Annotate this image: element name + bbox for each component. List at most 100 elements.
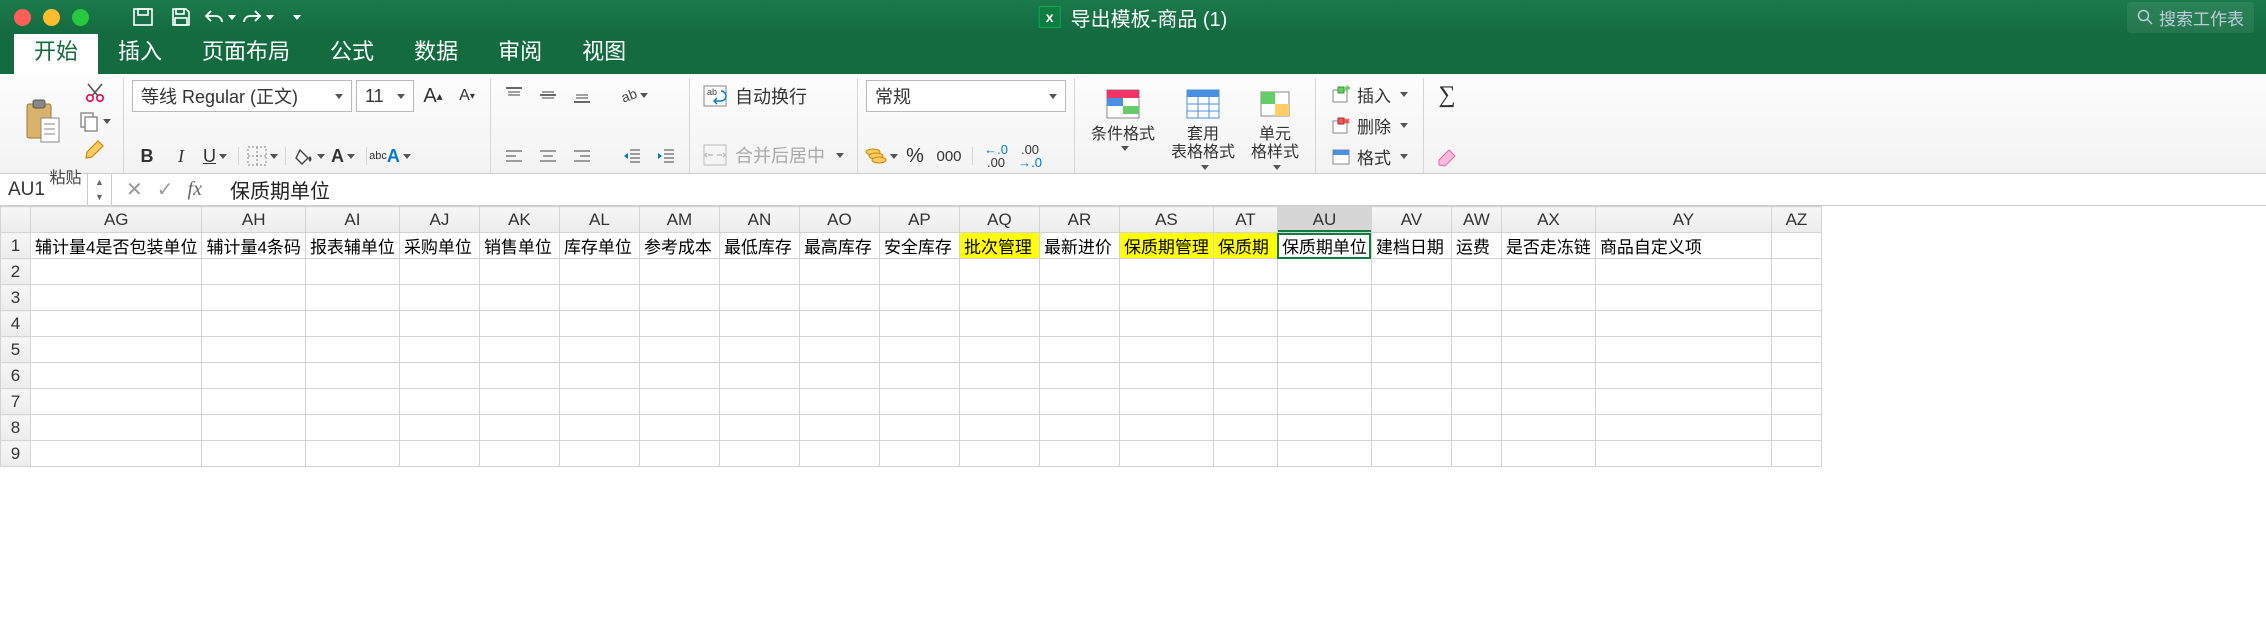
- cell-AT5[interactable]: [1213, 337, 1277, 363]
- cell-AN3[interactable]: [719, 285, 799, 311]
- cell-AK2[interactable]: [479, 259, 559, 285]
- cell-AY8[interactable]: [1595, 415, 1771, 441]
- cell-AT1[interactable]: 保质期: [1213, 233, 1277, 259]
- cell-AW1[interactable]: 运费: [1451, 233, 1501, 259]
- wrap-text-button[interactable]: ab自动换行: [698, 80, 812, 112]
- cell-AJ3[interactable]: [399, 285, 479, 311]
- cell-AQ1[interactable]: 批次管理: [959, 233, 1039, 259]
- cell-AG9[interactable]: [31, 441, 202, 467]
- col-header-AL[interactable]: AL: [559, 207, 639, 233]
- font-name-select[interactable]: 等线 Regular (正文): [132, 80, 352, 112]
- cell-AO3[interactable]: [799, 285, 879, 311]
- cell-AS4[interactable]: [1119, 311, 1213, 337]
- cell-AL9[interactable]: [559, 441, 639, 467]
- cell-AV9[interactable]: [1371, 441, 1451, 467]
- decrease-decimal-button[interactable]: .00→.0: [1015, 141, 1045, 171]
- col-header-AU[interactable]: AU: [1277, 207, 1371, 233]
- fx-icon[interactable]: fx: [188, 178, 202, 201]
- orientation-button[interactable]: ab: [617, 80, 647, 110]
- conditional-format-button[interactable]: 条件格式: [1083, 82, 1163, 153]
- cell-AL8[interactable]: [559, 415, 639, 441]
- cell-AP8[interactable]: [879, 415, 959, 441]
- cell-AP2[interactable]: [879, 259, 959, 285]
- cell-AW8[interactable]: [1451, 415, 1501, 441]
- cell-AZ6[interactable]: [1771, 363, 1821, 389]
- row-header-4[interactable]: 4: [1, 311, 31, 337]
- borders-button[interactable]: [247, 141, 277, 171]
- cell-AR4[interactable]: [1039, 311, 1119, 337]
- cell-AP9[interactable]: [879, 441, 959, 467]
- cell-AP5[interactable]: [879, 337, 959, 363]
- percent-button[interactable]: %: [900, 141, 930, 171]
- spreadsheet-grid[interactable]: AGAHAIAJAKALAMANAOAPAQARASATAUAVAWAXAYAZ…: [0, 206, 2266, 467]
- autosave-icon[interactable]: [129, 3, 157, 31]
- save-icon[interactable]: [167, 3, 195, 31]
- cell-AN7[interactable]: [719, 389, 799, 415]
- cell-AX3[interactable]: [1501, 285, 1595, 311]
- cell-AQ6[interactable]: [959, 363, 1039, 389]
- cell-AL3[interactable]: [559, 285, 639, 311]
- cell-AS1[interactable]: 保质期管理: [1119, 233, 1213, 259]
- align-middle-button[interactable]: [533, 80, 563, 110]
- cell-AO8[interactable]: [799, 415, 879, 441]
- cell-AV8[interactable]: [1371, 415, 1451, 441]
- font-size-select[interactable]: 11: [356, 80, 414, 112]
- cell-AJ6[interactable]: [399, 363, 479, 389]
- cell-AM8[interactable]: [639, 415, 719, 441]
- cell-AL7[interactable]: [559, 389, 639, 415]
- col-header-AI[interactable]: AI: [305, 207, 399, 233]
- cell-AJ2[interactable]: [399, 259, 479, 285]
- select-all-corner[interactable]: [1, 207, 31, 233]
- col-header-AP[interactable]: AP: [879, 207, 959, 233]
- cell-AK5[interactable]: [479, 337, 559, 363]
- paste-button[interactable]: [16, 95, 68, 147]
- row-header-5[interactable]: 5: [1, 337, 31, 363]
- cell-AU5[interactable]: [1277, 337, 1371, 363]
- cell-AV1[interactable]: 建档日期: [1371, 233, 1451, 259]
- row-header-3[interactable]: 3: [1, 285, 31, 311]
- col-header-AV[interactable]: AV: [1371, 207, 1451, 233]
- cell-AH3[interactable]: [202, 285, 305, 311]
- cell-AZ4[interactable]: [1771, 311, 1821, 337]
- col-header-AO[interactable]: AO: [799, 207, 879, 233]
- cell-AX4[interactable]: [1501, 311, 1595, 337]
- cell-AS3[interactable]: [1119, 285, 1213, 311]
- cell-AN5[interactable]: [719, 337, 799, 363]
- cell-AZ5[interactable]: [1771, 337, 1821, 363]
- cell-AK3[interactable]: [479, 285, 559, 311]
- cell-AW5[interactable]: [1451, 337, 1501, 363]
- cell-AO9[interactable]: [799, 441, 879, 467]
- cell-AT4[interactable]: [1213, 311, 1277, 337]
- cell-AI8[interactable]: [305, 415, 399, 441]
- col-header-AX[interactable]: AX: [1501, 207, 1595, 233]
- decrease-indent-button[interactable]: [617, 141, 647, 171]
- format-as-table-button[interactable]: 套用 表格格式: [1163, 82, 1243, 172]
- row-header-9[interactable]: 9: [1, 441, 31, 467]
- cell-AZ7[interactable]: [1771, 389, 1821, 415]
- col-header-AY[interactable]: AY: [1595, 207, 1771, 233]
- cell-AG4[interactable]: [31, 311, 202, 337]
- cell-AI3[interactable]: [305, 285, 399, 311]
- cell-AG2[interactable]: [31, 259, 202, 285]
- cut-button[interactable]: [74, 80, 115, 106]
- cell-AX8[interactable]: [1501, 415, 1595, 441]
- cell-AI7[interactable]: [305, 389, 399, 415]
- cell-AU7[interactable]: [1277, 389, 1371, 415]
- col-header-AG[interactable]: AG: [31, 207, 202, 233]
- cell-AV2[interactable]: [1371, 259, 1451, 285]
- cell-AS2[interactable]: [1119, 259, 1213, 285]
- cell-AY1[interactable]: 商品自定义项: [1595, 233, 1771, 259]
- cell-AJ5[interactable]: [399, 337, 479, 363]
- italic-button[interactable]: I: [166, 141, 196, 171]
- align-right-button[interactable]: [567, 141, 597, 171]
- cell-AI4[interactable]: [305, 311, 399, 337]
- col-header-AM[interactable]: AM: [639, 207, 719, 233]
- cell-AP4[interactable]: [879, 311, 959, 337]
- cell-AO7[interactable]: [799, 389, 879, 415]
- cell-AL2[interactable]: [559, 259, 639, 285]
- insert-cells-button[interactable]: 插入: [1324, 80, 1415, 109]
- maximize-window-button[interactable]: [72, 9, 89, 26]
- cell-AQ9[interactable]: [959, 441, 1039, 467]
- cell-AT3[interactable]: [1213, 285, 1277, 311]
- cell-AG7[interactable]: [31, 389, 202, 415]
